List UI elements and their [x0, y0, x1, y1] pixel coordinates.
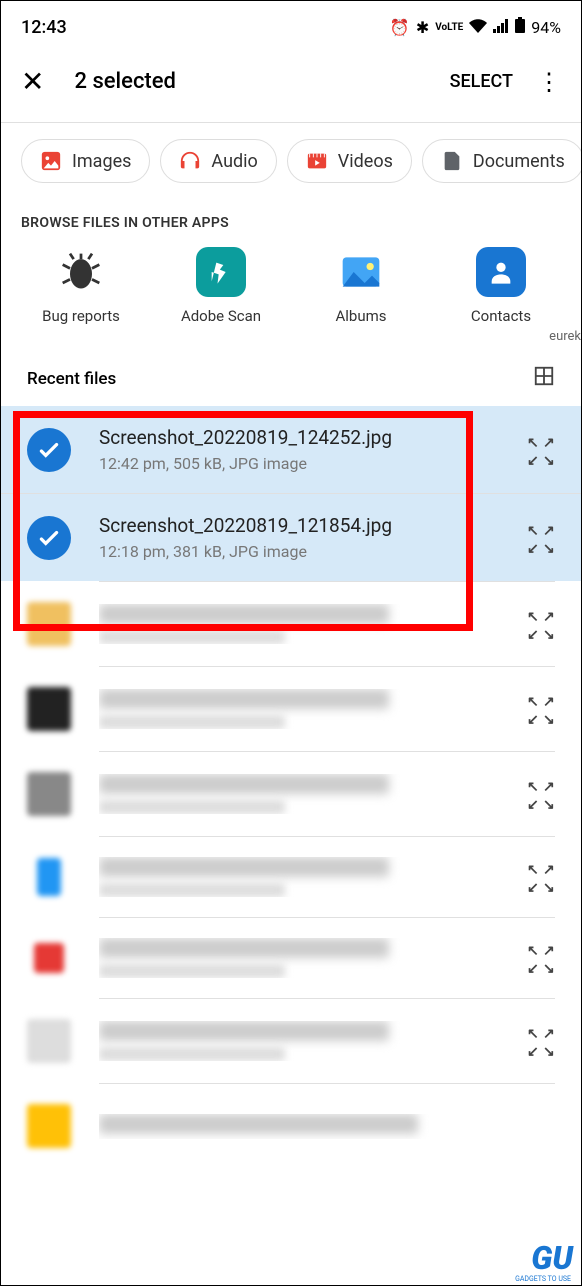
- file-info: [99, 1021, 513, 1061]
- browse-apps-title: BROWSE FILES IN OTHER APPS: [1, 199, 581, 231]
- grid-view-icon[interactable]: [533, 365, 555, 392]
- app-label: Contacts: [471, 307, 531, 325]
- contacts-icon: [476, 247, 526, 297]
- file-info: [99, 774, 513, 814]
- category-chips: Images Audio Videos Documents: [1, 123, 581, 199]
- file-item[interactable]: ↖↗↙↘: [1, 999, 581, 1083]
- check-icon: [27, 516, 71, 560]
- file-thumbnail: [27, 602, 71, 646]
- app-adobe-scan[interactable]: Adobe Scan: [151, 247, 291, 325]
- file-list: Screenshot_20220819_124252.jpg 12:42 pm,…: [1, 406, 581, 1152]
- file-item[interactable]: ↖↗↙↘: [1, 667, 581, 751]
- video-icon: [306, 150, 328, 172]
- file-info: [99, 1114, 555, 1139]
- albums-icon: [336, 247, 386, 297]
- image-icon: [40, 150, 62, 172]
- file-info: [99, 938, 513, 978]
- watermark-text: GADGETS TO USE: [515, 1275, 571, 1283]
- battery-percent: 94%: [531, 18, 561, 37]
- wifi-icon: [469, 18, 487, 37]
- app-contacts[interactable]: Contacts: [431, 247, 571, 325]
- status-time: 12:43: [21, 17, 67, 38]
- expand-icon[interactable]: ↖↗↙↘: [527, 780, 555, 808]
- app-label: Albums: [335, 307, 386, 325]
- check-icon: [27, 428, 71, 472]
- selection-count: 2 selected: [74, 69, 449, 94]
- recent-title: Recent files: [27, 369, 116, 389]
- recent-files-header: Recent files: [1, 333, 581, 406]
- expand-icon[interactable]: ↖↗↙↘: [527, 944, 555, 972]
- file-thumbnail: [27, 1019, 71, 1063]
- chip-images[interactable]: Images: [21, 139, 150, 183]
- file-info: [99, 604, 513, 644]
- status-icons: ⏰ ✱ VoLTE 94%: [390, 17, 561, 37]
- file-item[interactable]: [1, 1084, 581, 1152]
- file-meta: 12:42 pm, 505 kB, JPG image: [99, 454, 513, 473]
- chip-label: Images: [72, 151, 131, 172]
- file-info: [99, 689, 513, 729]
- file-thumbnail: [27, 687, 71, 731]
- app-albums[interactable]: Albums: [291, 247, 431, 325]
- expand-icon[interactable]: ↖↗↙↘: [527, 524, 555, 552]
- file-thumbnail: [27, 1104, 71, 1148]
- app-label: Bug reports: [42, 307, 120, 325]
- file-info: Screenshot_20220819_121854.jpg 12:18 pm,…: [99, 514, 513, 561]
- app-label: Adobe Scan: [181, 307, 261, 325]
- expand-icon[interactable]: ↖↗↙↘: [527, 610, 555, 638]
- file-info: Screenshot_20220819_124252.jpg 12:42 pm,…: [99, 426, 513, 473]
- volte-icon: VoLTE: [435, 22, 463, 33]
- expand-icon[interactable]: ↖↗↙↘: [527, 695, 555, 723]
- document-icon: [441, 150, 463, 172]
- apps-row: Bug reports Adobe Scan Albums Contacts: [1, 231, 581, 333]
- bug-icon: [56, 247, 106, 297]
- chip-label: Audio: [211, 151, 257, 172]
- more-options-icon[interactable]: ⋮: [537, 68, 561, 96]
- file-meta: 12:18 pm, 381 kB, JPG image: [99, 542, 513, 561]
- file-item[interactable]: ↖↗↙↘: [1, 918, 581, 998]
- file-item-selected[interactable]: Screenshot_20220819_121854.jpg 12:18 pm,…: [1, 494, 581, 581]
- file-item-selected[interactable]: Screenshot_20220819_124252.jpg 12:42 pm,…: [1, 406, 581, 493]
- chip-videos[interactable]: Videos: [287, 139, 412, 183]
- adobe-scan-icon: [196, 247, 246, 297]
- status-bar: 12:43 ⏰ ✱ VoLTE 94%: [1, 1, 581, 49]
- file-info: [99, 857, 513, 897]
- watermark-logo: GU: [531, 1239, 573, 1277]
- expand-icon[interactable]: ↖↗↙↘: [527, 863, 555, 891]
- partial-app-text: eurek: [549, 329, 581, 344]
- audio-icon: [179, 150, 201, 172]
- file-item[interactable]: ↖↗↙↘: [1, 837, 581, 917]
- selection-header: ✕ 2 selected SELECT ⋮: [1, 49, 581, 114]
- bluetooth-icon: ✱: [416, 18, 429, 37]
- app-bug-reports[interactable]: Bug reports: [11, 247, 151, 325]
- alarm-icon: ⏰: [390, 18, 410, 37]
- chip-audio[interactable]: Audio: [160, 139, 276, 183]
- file-item[interactable]: ↖↗↙↘: [1, 582, 581, 666]
- file-thumbnail: [27, 772, 71, 816]
- chip-label: Videos: [338, 151, 393, 172]
- select-button[interactable]: SELECT: [450, 71, 513, 92]
- signal-icon: [493, 18, 509, 37]
- file-name: Screenshot_20220819_121854.jpg: [99, 514, 513, 537]
- close-icon[interactable]: ✕: [21, 65, 44, 98]
- expand-icon[interactable]: ↖↗↙↘: [527, 1027, 555, 1055]
- chip-label: Documents: [473, 151, 565, 172]
- battery-icon: [515, 17, 525, 37]
- expand-icon[interactable]: ↖↗↙↘: [527, 436, 555, 464]
- file-thumbnail: [37, 858, 61, 896]
- file-item[interactable]: ↖↗↙↘: [1, 752, 581, 836]
- file-name: Screenshot_20220819_124252.jpg: [99, 426, 513, 449]
- file-thumbnail: [34, 943, 64, 973]
- chip-documents[interactable]: Documents: [422, 139, 581, 183]
